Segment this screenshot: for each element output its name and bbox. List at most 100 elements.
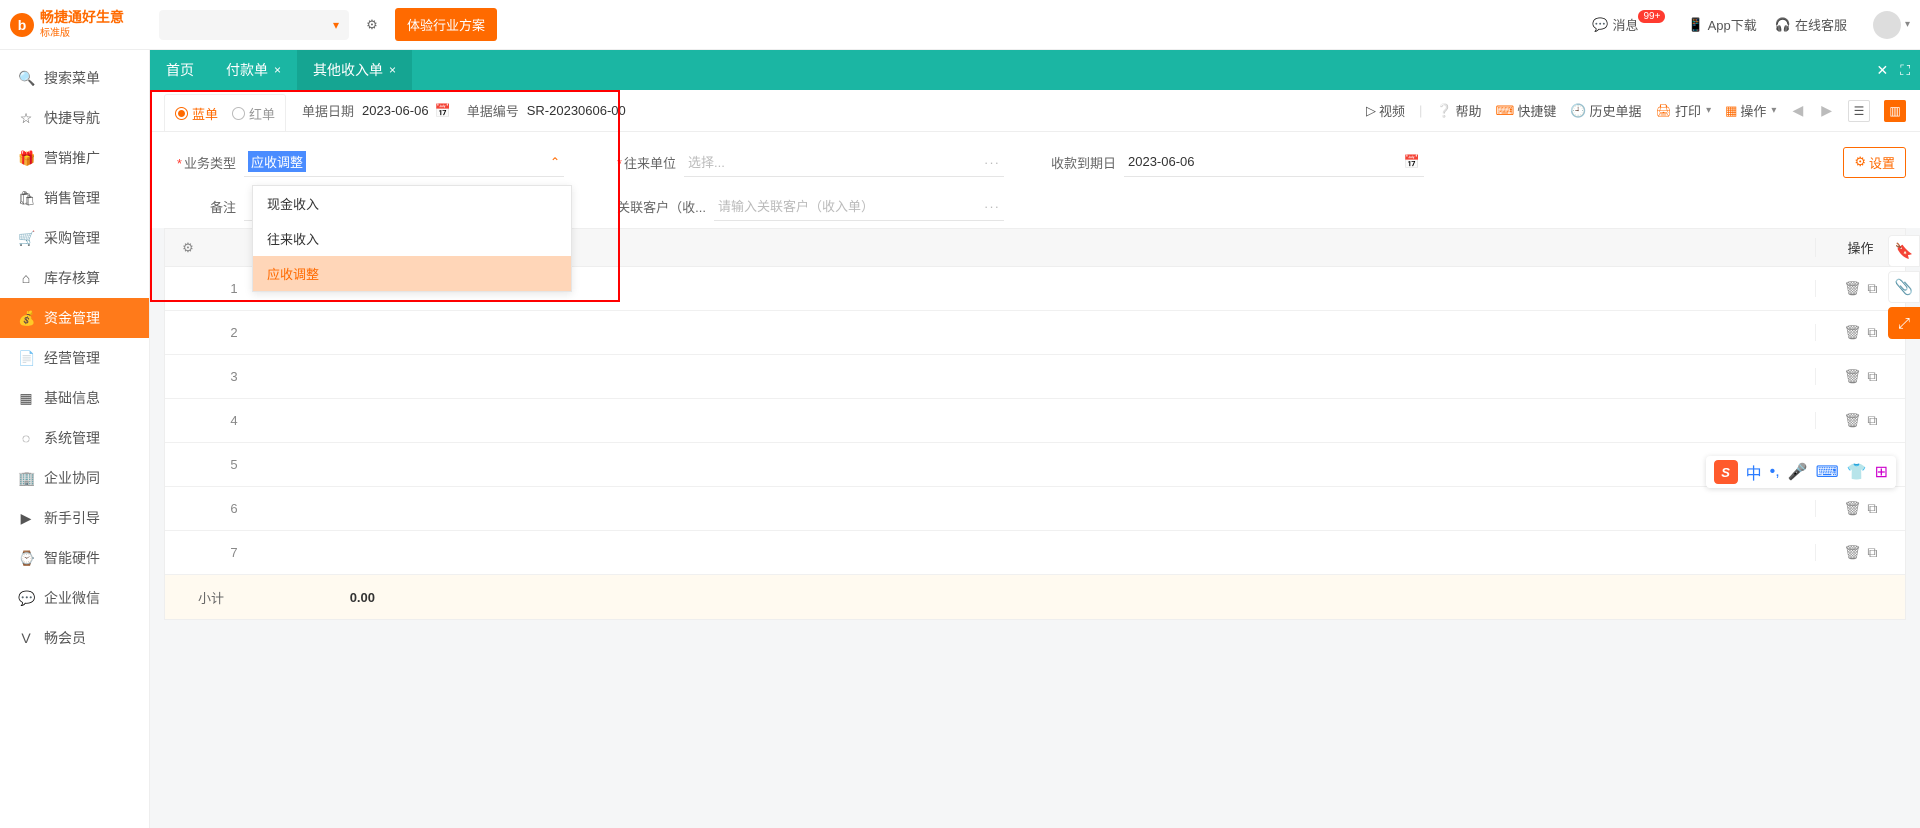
copy-row-icon[interactable]: ⧉	[1867, 324, 1877, 340]
sidebar-item-搜索菜单[interactable]: 🔍搜索菜单	[0, 58, 149, 98]
phone-icon: 📱	[1687, 17, 1703, 33]
sidebar-item-销售管理[interactable]: 🛍销售管理	[0, 178, 149, 218]
copy-row-icon[interactable]: ⧉	[1867, 544, 1877, 560]
video-link[interactable]: ▷视频	[1366, 101, 1405, 120]
delete-row-icon[interactable]: 🗑	[1844, 412, 1862, 428]
view-list-button[interactable]: ☰	[1848, 100, 1870, 122]
ime-keyboard-icon[interactable]: ⌨	[1816, 462, 1839, 482]
due-date-label: 收款到期日	[1051, 156, 1116, 171]
history-link[interactable]: 🕘历史单据	[1570, 101, 1641, 120]
radio-red[interactable]: 红单	[232, 104, 275, 123]
sidebar-icon: V	[18, 630, 34, 646]
calendar-icon[interactable]: 📅	[1404, 154, 1420, 170]
table-row[interactable]: 3🗑⧉	[165, 355, 1905, 399]
table-row[interactable]: 6 🗑 ⧉	[165, 487, 1905, 531]
row-index: 2	[211, 325, 257, 340]
tab-close-icon[interactable]: ×	[274, 63, 281, 77]
settings-button[interactable]: ⚙设置	[1843, 147, 1906, 178]
sidebar-item-企业协同[interactable]: 🏢企业协同	[0, 458, 149, 498]
toolbar: 蓝单 红单 单据日期 2023-06-06 📅 单据编号 SR-20230606…	[150, 90, 1920, 132]
next-doc-arrow[interactable]: ▶	[1819, 102, 1834, 119]
column-settings[interactable]: ⚙	[165, 240, 211, 256]
sidebar-item-经营管理[interactable]: 📄经营管理	[0, 338, 149, 378]
dropdown-option[interactable]: 现金收入	[253, 186, 571, 221]
chevron-up-icon[interactable]: ⌃	[550, 155, 560, 169]
subtotal-label: 小计	[165, 588, 257, 607]
delete-row-icon[interactable]: 🗑	[1844, 324, 1862, 340]
sidebar-item-智能硬件[interactable]: ⌚智能硬件	[0, 538, 149, 578]
more-icon[interactable]: ···	[984, 199, 1000, 214]
rail-tag[interactable]: 🔖	[1888, 235, 1920, 267]
radio-blue[interactable]: 蓝单	[175, 104, 218, 123]
copy-row-icon[interactable]: ⧉	[1867, 412, 1877, 428]
service-label: 在线客服	[1795, 15, 1847, 34]
row-index: 6	[211, 501, 257, 516]
copy-row-icon[interactable]: ⧉	[1867, 368, 1877, 384]
user-menu[interactable]: ▾	[1865, 11, 1910, 39]
delete-row-icon[interactable]: 🗑	[1844, 368, 1862, 384]
online-service-link[interactable]: 🎧 在线客服	[1775, 15, 1847, 34]
shortcut-link[interactable]: ⌨快捷键	[1496, 101, 1557, 120]
ime-mic-icon[interactable]: 🎤	[1788, 462, 1808, 482]
sidebar-item-采购管理[interactable]: 🛒采购管理	[0, 218, 149, 258]
sidebar-item-资金管理[interactable]: 💰资金管理	[0, 298, 149, 338]
help-link[interactable]: ❔帮助	[1436, 101, 1481, 120]
table-row[interactable]: 5🗑⧉	[165, 443, 1905, 487]
doc-date-value[interactable]: 2023-06-06	[362, 103, 429, 118]
main-area: 首页付款单×其他收入单× ✕ ⛶ 蓝单 红单 单据日期	[150, 50, 1920, 828]
cta-button[interactable]: 体验行业方案	[395, 8, 497, 41]
sidebar-icon: ▶	[18, 510, 34, 527]
copy-row-icon[interactable]: ⧉	[1867, 500, 1877, 516]
delete-row-icon[interactable]: 🗑	[1844, 544, 1862, 560]
rail-attach[interactable]: 📎	[1888, 271, 1920, 303]
more-icon[interactable]: ···	[984, 155, 1000, 170]
sidebar-item-库存核算[interactable]: ⌂库存核算	[0, 258, 149, 298]
ime-logo-icon[interactable]: S	[1714, 460, 1738, 484]
tab-其他收入单[interactable]: 其他收入单×	[297, 50, 412, 90]
sidebar-item-快捷导航[interactable]: ☆快捷导航	[0, 98, 149, 138]
ime-menu-icon[interactable]: ⊞	[1875, 462, 1888, 482]
tab-close-icon[interactable]: ×	[389, 63, 396, 77]
company-select[interactable]: ▾	[159, 10, 349, 40]
sidebar-item-企业微信[interactable]: 💬企业微信	[0, 578, 149, 618]
tab-付款单[interactable]: 付款单×	[210, 50, 297, 90]
ime-lang[interactable]: 中	[1746, 460, 1762, 484]
sidebar-item-畅会员[interactable]: V畅会员	[0, 618, 149, 658]
table-row[interactable]: 2 🗑 ⧉	[165, 311, 1905, 355]
due-date-input[interactable]: 2023-06-06	[1124, 147, 1424, 177]
sidebar-item-基础信息[interactable]: ▦基础信息	[0, 378, 149, 418]
delete-row-icon[interactable]: 🗑	[1844, 280, 1862, 296]
table-row[interactable]: 7🗑⧉	[165, 531, 1905, 575]
rail-expand[interactable]: ⤢	[1888, 307, 1920, 339]
app-download-link[interactable]: 📱 App下载	[1687, 15, 1756, 34]
settings-gear[interactable]: ⚙	[357, 17, 387, 33]
print-link[interactable]: 🖨打印▾	[1656, 101, 1712, 120]
copy-row-icon[interactable]: ⧉	[1867, 280, 1877, 296]
logo[interactable]: b 畅捷通好生意 标准版	[10, 10, 139, 39]
message-link[interactable]: 💬 消息 99+	[1592, 15, 1669, 34]
dropdown-option[interactable]: 应收调整	[253, 256, 571, 291]
view-card-button[interactable]: ▥	[1884, 100, 1906, 122]
sidebar-icon: ⌂	[18, 270, 34, 286]
biz-type-label: 业务类型	[184, 156, 236, 171]
operation-link[interactable]: ▦操作▾	[1725, 101, 1776, 120]
right-rail: 🔖 📎 ⤢	[1888, 235, 1920, 339]
party-select[interactable]: 选择...	[684, 147, 1004, 177]
tab-expand[interactable]: ⛶	[1900, 62, 1910, 79]
prev-doc-arrow[interactable]: ◀	[1790, 102, 1805, 119]
calendar-icon[interactable]: 📅	[435, 103, 451, 119]
sidebar-item-营销推广[interactable]: 🎁营销推广	[0, 138, 149, 178]
tab-首页[interactable]: 首页	[150, 50, 210, 90]
topbar: b 畅捷通好生意 标准版 ▾ ⚙ 体验行业方案 💬 消息 99+ 📱 App下载…	[0, 0, 1920, 50]
table-row[interactable]: 4🗑⧉	[165, 399, 1905, 443]
biz-type-select[interactable]: 应收调整	[244, 147, 564, 177]
grid-icon: ▦	[1725, 103, 1737, 119]
dropdown-option[interactable]: 往来收入	[253, 221, 571, 256]
ime-skin-icon[interactable]: 👕	[1847, 462, 1867, 482]
delete-row-icon[interactable]: 🗑	[1844, 500, 1862, 516]
tab-close-all[interactable]: ✕	[1876, 62, 1888, 79]
sidebar-item-系统管理[interactable]: ◌系统管理	[0, 418, 149, 458]
ime-punct-icon[interactable]: •,	[1770, 463, 1780, 481]
rel-cust-input[interactable]: 请输入关联客户（收入单）	[714, 191, 1004, 221]
sidebar-item-新手引导[interactable]: ▶新手引导	[0, 498, 149, 538]
